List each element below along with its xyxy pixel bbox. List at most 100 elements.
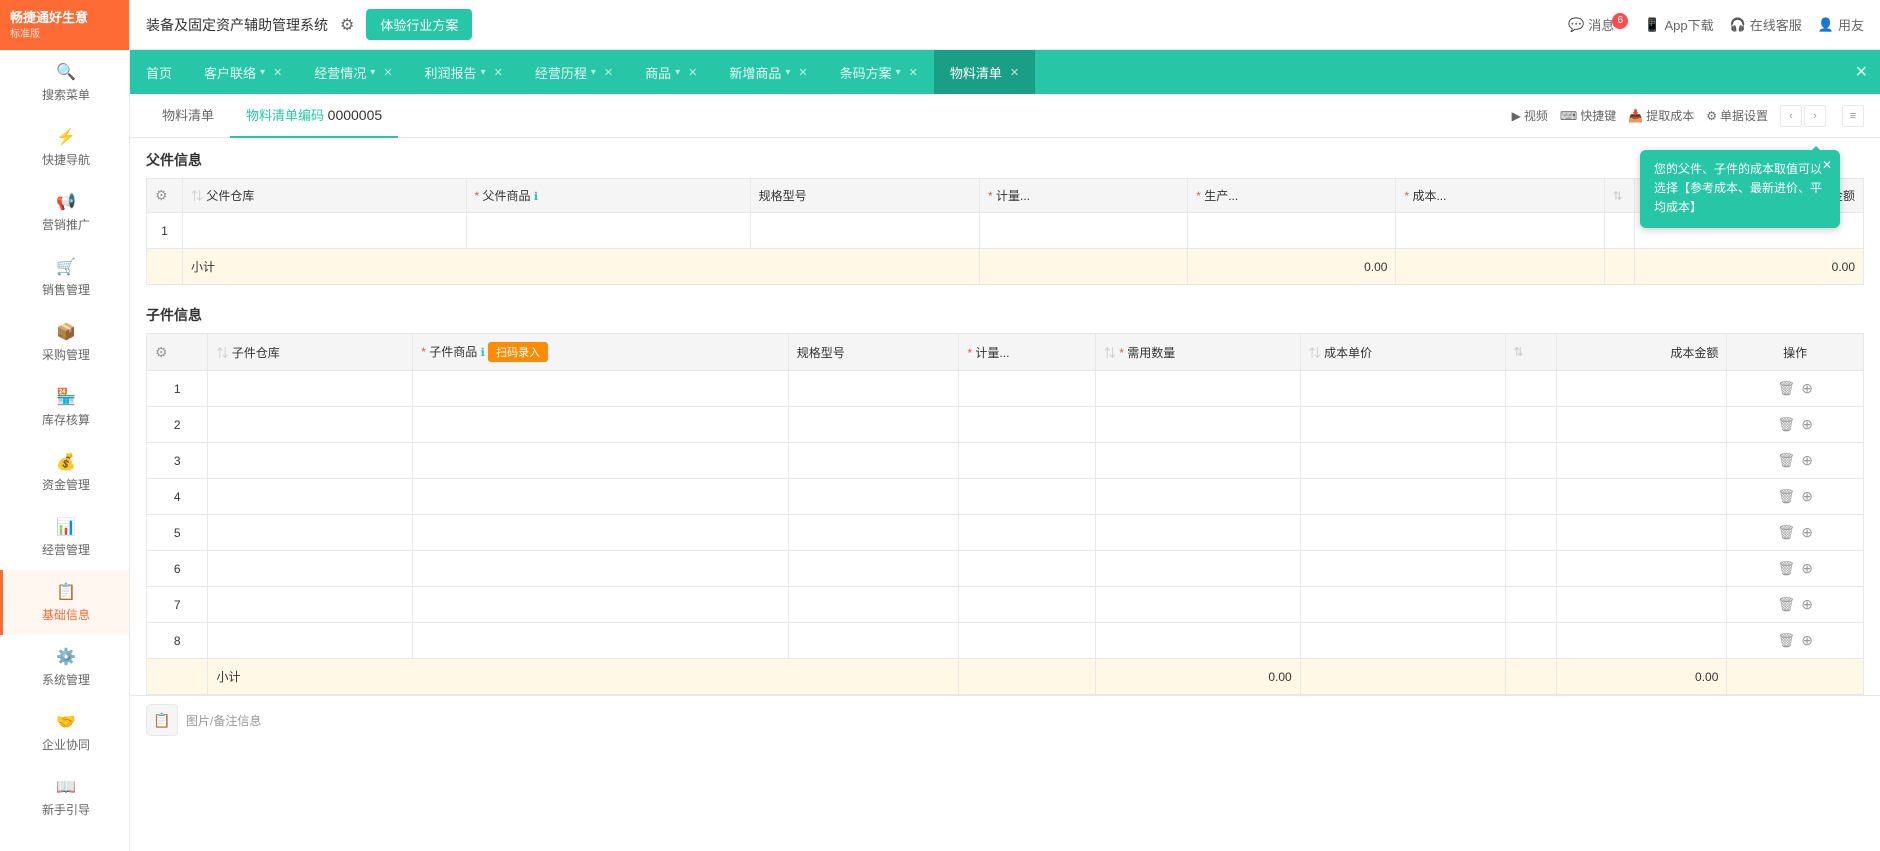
copy-icon[interactable]: ⊕ [1801,452,1813,469]
close-icon[interactable]: ✕ [604,66,613,79]
child-unit-cost-cell[interactable] [1300,371,1505,407]
scan-btn[interactable]: 扫码录入 [488,342,548,362]
child-goods-cell[interactable] [413,371,788,407]
child-unit-cost-cell[interactable] [1300,551,1505,587]
close-icon[interactable]: ✕ [273,66,282,79]
child-warehouse-cell[interactable] [208,443,413,479]
child-qty-cell[interactable] [1095,623,1300,659]
close-icon[interactable]: ✕ [494,66,503,79]
child-unit-cost-cell[interactable] [1300,623,1505,659]
delete-icon[interactable]: 🗑 [1777,452,1795,469]
th-settings[interactable]: ⚙ [147,179,183,213]
tab-goods[interactable]: 商品 ▾ ✕ [629,50,713,94]
child-qty-cell[interactable] [1095,371,1300,407]
nav-close-all-button[interactable]: ✕ [1843,62,1880,82]
delete-icon[interactable]: 🗑 [1777,380,1795,397]
tab-bom[interactable]: 物料清单 ✕ [934,50,1035,94]
sub-tab-form[interactable]: 物料清单编码 0000005 [230,94,398,138]
online-service-group[interactable]: 🎧 在线客服 [1730,15,1802,34]
extract-cost-btn[interactable]: 📥 提取成本 [1628,107,1694,124]
delete-icon[interactable]: 🗑 [1777,416,1795,433]
tab-barcode[interactable]: 条码方案 ▾ ✕ [824,50,934,94]
child-qty-cell[interactable] [1095,479,1300,515]
form-settings-btn[interactable]: ⚙ 单据设置 [1706,107,1768,124]
delete-icon[interactable]: 🗑 [1777,560,1795,577]
sidebar-item-search[interactable]: 🔍 搜索菜单 [0,50,129,115]
message-group[interactable]: 💬 消息 6 [1568,15,1628,34]
sidebar-item-inventory[interactable]: 🏪 库存核算 [0,375,129,440]
child-spec-cell[interactable] [788,623,959,659]
child-spec-cell[interactable] [788,551,959,587]
tab-customer[interactable]: 客户联络 ▾ ✕ [188,50,298,94]
child-goods-cell[interactable] [413,623,788,659]
child-unit-cost-cell[interactable] [1300,479,1505,515]
child-goods-cell[interactable] [413,407,788,443]
child-unit-cell[interactable] [959,623,1096,659]
child-warehouse-cell[interactable] [208,587,413,623]
child-goods-cell[interactable] [413,587,788,623]
child-warehouse-cell[interactable] [208,551,413,587]
close-icon[interactable]: ✕ [383,66,392,79]
tooltip-close-btn[interactable]: ✕ [1822,156,1832,175]
sidebar-item-guide[interactable]: 📖 新手引导 [0,765,129,830]
sidebar-item-marketing[interactable]: 📢 营销推广 [0,180,129,245]
sidebar-item-operations[interactable]: 📊 经营管理 [0,505,129,570]
child-warehouse-cell[interactable] [208,515,413,551]
copy-icon[interactable]: ⊕ [1801,560,1813,577]
parent-warehouse-cell[interactable] [183,213,467,249]
app-download-group[interactable]: 📱 App下载 [1644,15,1713,34]
child-goods-cell[interactable] [413,551,788,587]
parent-unit-cell[interactable] [979,213,1187,249]
close-icon[interactable]: ✕ [688,66,697,79]
notes-icon[interactable]: 📋 [146,704,178,736]
th-child-settings[interactable]: ⚙ [147,334,208,371]
child-unit-cost-cell[interactable] [1300,587,1505,623]
child-unit-cell[interactable] [959,479,1096,515]
close-icon[interactable]: ✕ [909,66,918,79]
view-video-btn[interactable]: ▶ 视频 [1512,107,1548,124]
child-unit-cell[interactable] [959,551,1096,587]
copy-icon[interactable]: ⊕ [1801,596,1813,613]
child-spec-cell[interactable] [788,587,959,623]
child-unit-cell[interactable] [959,515,1096,551]
child-unit-cell[interactable] [959,371,1096,407]
child-unit-cell[interactable] [959,587,1096,623]
child-unit-cell[interactable] [959,443,1096,479]
child-unit-cost-cell[interactable] [1300,515,1505,551]
child-qty-cell[interactable] [1095,551,1300,587]
copy-icon[interactable]: ⊕ [1801,416,1813,433]
sidebar-item-system[interactable]: ⚙️ 系统管理 [0,635,129,700]
close-icon[interactable]: ✕ [1010,66,1019,79]
view-mode-button[interactable]: ≡ [1842,105,1864,127]
child-qty-cell[interactable] [1095,587,1300,623]
delete-icon[interactable]: 🗑 [1777,596,1795,613]
copy-icon[interactable]: ⊕ [1801,632,1813,649]
close-icon[interactable]: ✕ [798,66,807,79]
user-group[interactable]: 👤 用友 [1818,15,1864,34]
tab-home[interactable]: 首页 [130,50,188,94]
copy-icon[interactable]: ⊕ [1801,380,1813,397]
sidebar-item-quick-nav[interactable]: ⚡ 快捷导航 [0,115,129,180]
sidebar-item-basic[interactable]: 📋 基础信息 [0,570,129,635]
parent-production-cell[interactable] [1188,213,1396,249]
settings-gear-icon[interactable]: ⚙ [340,15,354,35]
parent-cost-cell[interactable] [1396,213,1604,249]
child-qty-cell[interactable] [1095,443,1300,479]
child-goods-cell[interactable] [413,443,788,479]
child-warehouse-cell[interactable] [208,479,413,515]
child-warehouse-cell[interactable] [208,407,413,443]
child-qty-cell[interactable] [1095,515,1300,551]
tab-history[interactable]: 经营历程 ▾ ✕ [519,50,629,94]
copy-icon[interactable]: ⊕ [1801,488,1813,505]
sub-tab-list[interactable]: 物料清单 [146,94,230,138]
tab-profit[interactable]: 利润报告 ▾ ✕ [409,50,519,94]
shortcut-btn[interactable]: ⌨ 快捷键 [1560,107,1616,124]
child-warehouse-cell[interactable] [208,623,413,659]
delete-icon[interactable]: 🗑 [1777,488,1795,505]
child-goods-cell[interactable] [413,515,788,551]
sidebar-item-finance[interactable]: 💰 资金管理 [0,440,129,505]
child-goods-cell[interactable] [413,479,788,515]
parent-goods-cell[interactable] [466,213,750,249]
child-spec-cell[interactable] [788,407,959,443]
child-warehouse-cell[interactable] [208,371,413,407]
